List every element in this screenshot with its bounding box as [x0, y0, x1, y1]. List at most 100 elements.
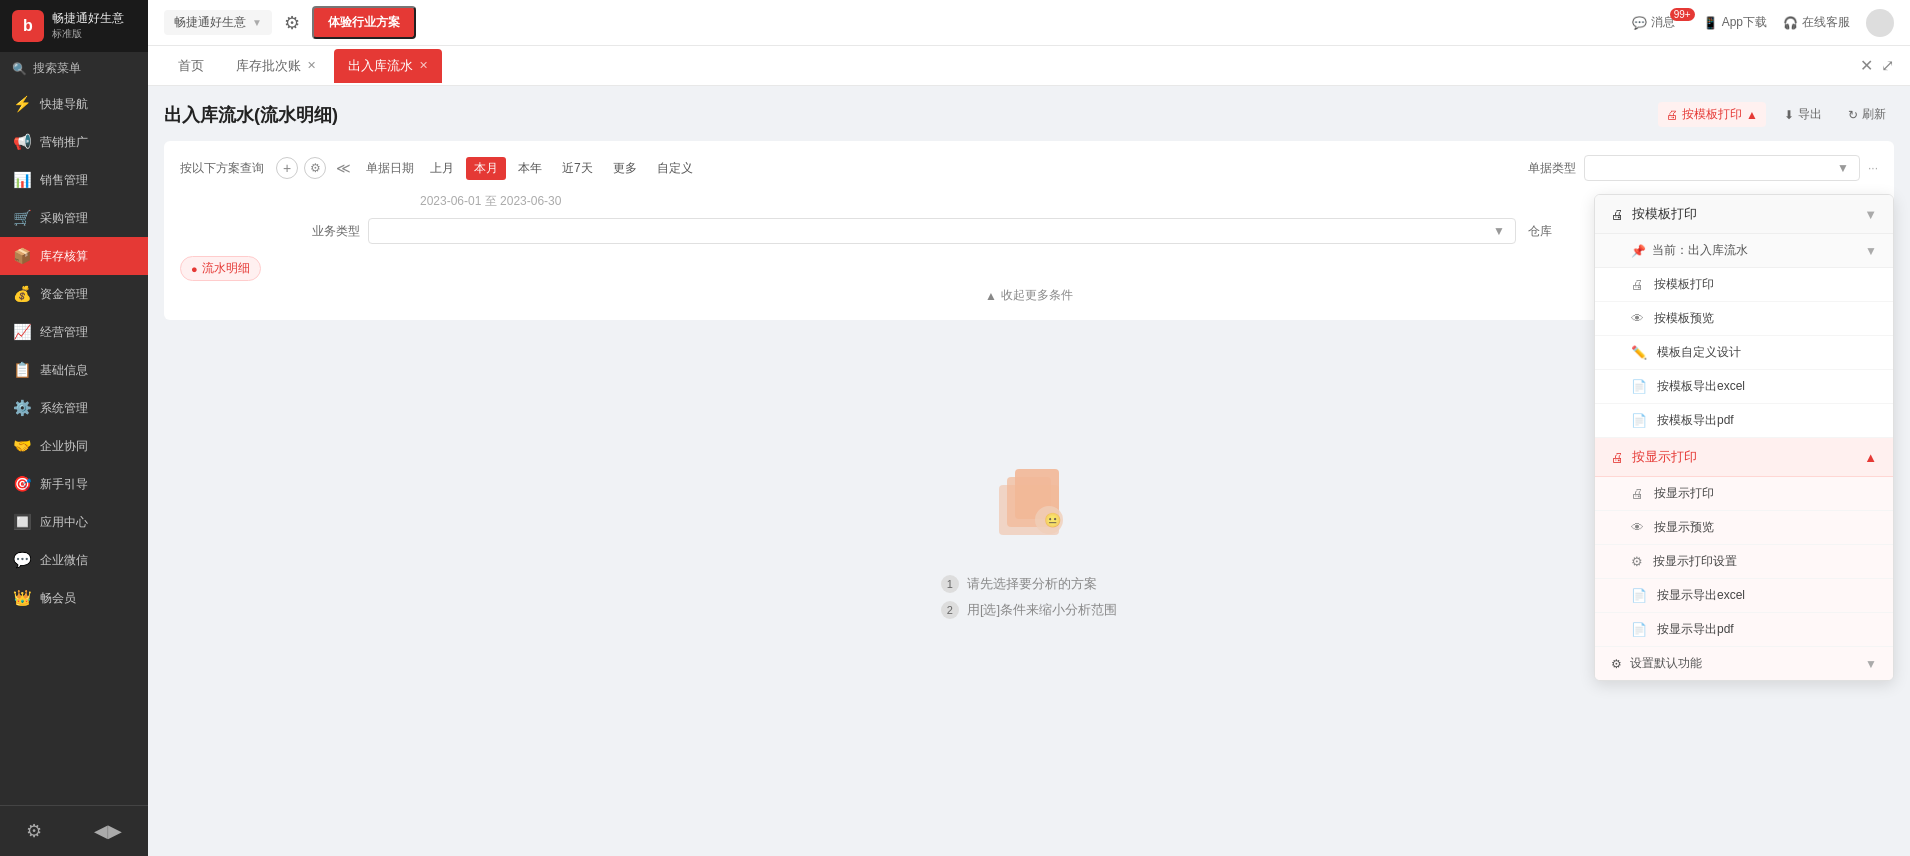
sidebar-settings-btn[interactable]: ⚙	[20, 814, 48, 848]
export-btn[interactable]: ⬇ 导出	[1776, 102, 1830, 127]
svg-text:😐: 😐	[1044, 512, 1062, 529]
tab-flow[interactable]: 出入库流水 ✕	[334, 49, 442, 83]
filter-settings-btn[interactable]: ⚙	[304, 157, 326, 179]
template-preview-label: 按模板预览	[1654, 310, 1714, 327]
tip-num-1: 1	[941, 575, 959, 593]
print-display-pdf-btn[interactable]: 📄 按显示导出pdf	[1595, 613, 1893, 647]
tab-flow-close[interactable]: ✕	[419, 59, 428, 72]
print-template-excel-btn[interactable]: 📄 按模板导出excel	[1595, 370, 1893, 404]
trial-btn[interactable]: 体验行业方案	[312, 6, 416, 39]
sidebar-item-quick-nav[interactable]: ⚡ 快捷导航	[0, 85, 148, 123]
date-btn-7days[interactable]: 近7天	[554, 157, 601, 180]
doctype-more-icon[interactable]: ···	[1868, 161, 1878, 175]
sidebar-item-member[interactable]: 👑 畅会员	[0, 579, 148, 617]
app-download-label: App下载	[1722, 14, 1767, 31]
print-chevron-up-icon: ▲	[1746, 108, 1758, 122]
refresh-icon: ↻	[1848, 108, 1858, 122]
sidebar-item-basic[interactable]: 📋 基础信息	[0, 351, 148, 389]
print-dropdown-btn[interactable]: 🖨 按模板打印 ▲	[1658, 102, 1766, 127]
sidebar-collapse-btn[interactable]: ◀▶	[88, 814, 128, 848]
app-download-btn[interactable]: 📱 App下载	[1703, 14, 1767, 31]
date-btn-custom[interactable]: 自定义	[649, 157, 701, 180]
sidebar-item-apps[interactable]: 🔲 应用中心	[0, 503, 148, 541]
print-template-pdf-btn[interactable]: 📄 按模板导出pdf	[1595, 404, 1893, 438]
current-template-label: 当前：出入库流水	[1652, 242, 1748, 259]
print-template-section-label: 按模板打印	[1632, 205, 1697, 223]
export-label: 导出	[1798, 106, 1822, 123]
tip-num-2: 2	[941, 601, 959, 619]
sidebar-item-operations[interactable]: 📈 经营管理	[0, 313, 148, 351]
print-display-preview-btn[interactable]: 👁 按显示预览	[1595, 511, 1893, 545]
template-print-label: 按模板打印	[1654, 276, 1714, 293]
sidebar-item-finance[interactable]: 💰 资金管理	[0, 275, 148, 313]
template-section-chevron: ▼	[1864, 207, 1877, 222]
tab-batch[interactable]: 库存批次账 ✕	[222, 49, 330, 83]
sidebar-item-inventory[interactable]: 📦 库存核算	[0, 237, 148, 275]
service-icon: 🎧	[1783, 16, 1798, 30]
print-default-settings[interactable]: ⚙ 设置默认功能 ▼	[1595, 647, 1893, 680]
date-btn-last-month[interactable]: 上月	[422, 157, 462, 180]
settings-default-icon: ⚙	[1611, 657, 1622, 671]
tab-home[interactable]: 首页	[164, 49, 218, 83]
online-service-btn[interactable]: 🎧 在线客服	[1783, 14, 1850, 31]
date-btn-this-month[interactable]: 本月	[466, 157, 506, 180]
sidebar-item-label: 企业协同	[40, 438, 88, 455]
print-template-preview-btn[interactable]: 👁 按模板预览	[1595, 302, 1893, 336]
display-print-label: 按显示打印	[1654, 485, 1714, 502]
print-template-print-btn[interactable]: 🖨 按模板打印	[1595, 268, 1893, 302]
topbar-settings-btn[interactable]: ⚙	[284, 12, 300, 34]
refresh-btn[interactable]: ↻ 刷新	[1840, 102, 1894, 127]
collapse-btn[interactable]: ▲ 收起更多条件	[985, 287, 1073, 304]
print-template-section-header[interactable]: 🖨 按模板打印 ▼	[1595, 195, 1893, 234]
tabs-expand-btn[interactable]: ⤢	[1881, 56, 1894, 75]
sales-icon: 📊	[12, 171, 32, 189]
sidebar-item-system[interactable]: ⚙️ 系统管理	[0, 389, 148, 427]
sidebar-item-wechat[interactable]: 💬 企业微信	[0, 541, 148, 579]
sidebar-item-enterprise[interactable]: 🤝 企业协同	[0, 427, 148, 465]
print-display-print-btn[interactable]: 🖨 按显示打印	[1595, 477, 1893, 511]
sidebar-item-purchase[interactable]: 🛒 采购管理	[0, 199, 148, 237]
sidebar-item-guide[interactable]: 🎯 新手引导	[0, 465, 148, 503]
print-current-template[interactable]: 📌 当前：出入库流水 ▼	[1595, 234, 1893, 268]
filter-label: 按以下方案查询	[180, 160, 264, 177]
print-template-design-btn[interactable]: ✏️ 模板自定义设计	[1595, 336, 1893, 370]
app-version: 标准版	[52, 27, 124, 41]
chevron-up-icon: ▲	[985, 289, 997, 303]
display-settings-icon: ⚙	[1631, 554, 1643, 569]
tab-batch-close[interactable]: ✕	[307, 59, 316, 72]
template-pdf-icon: 📄	[1631, 413, 1647, 428]
tip-text-1: 请先选择要分析的方案	[967, 575, 1097, 593]
print-display-excel-btn[interactable]: 📄 按显示导出excel	[1595, 579, 1893, 613]
enterprise-icon: 🤝	[12, 437, 32, 455]
display-excel-icon: 📄	[1631, 588, 1647, 603]
message-btn[interactable]: 💬 消息 99+	[1632, 14, 1687, 31]
display-print-icon: 🖨	[1631, 486, 1644, 501]
user-avatar[interactable]	[1866, 9, 1894, 37]
guide-icon: 🎯	[12, 475, 32, 493]
filter-chip[interactable]: ● 流水明细	[180, 256, 261, 281]
sidebar-item-label: 基础信息	[40, 362, 88, 379]
tabs-close-all-btn[interactable]: ✕	[1860, 56, 1873, 75]
filter-biztype-field: 业务类型 ▼	[312, 218, 1516, 244]
date-btn-more[interactable]: 更多	[605, 157, 645, 180]
doctype-label: 单据类型	[1528, 160, 1576, 177]
search-icon: 🔍	[12, 62, 27, 76]
logo-icon: b	[12, 10, 44, 42]
filter-add-btn[interactable]: +	[276, 157, 298, 179]
date-btn-this-year[interactable]: 本年	[510, 157, 550, 180]
template-pdf-label: 按模板导出pdf	[1657, 412, 1734, 429]
sidebar-item-sales[interactable]: 📊 销售管理	[0, 161, 148, 199]
display-settings-label: 按显示打印设置	[1653, 553, 1737, 570]
print-display-settings-btn[interactable]: ⚙ 按显示打印设置	[1595, 545, 1893, 579]
doctype-select[interactable]: ▼	[1584, 155, 1860, 181]
sidebar-item-label: 系统管理	[40, 400, 88, 417]
topbar: 畅捷通好生意 ▼ ⚙ 体验行业方案 💬 消息 99+ 📱 App下载 🎧 在线客…	[148, 0, 1910, 46]
filter-collapse-btn[interactable]: ≪	[332, 157, 354, 179]
topbar-user[interactable]: 畅捷通好生意 ▼	[164, 10, 272, 35]
biztype-select[interactable]: ▼	[368, 218, 1516, 244]
collapse-label: 收起更多条件	[1001, 287, 1073, 304]
sidebar-item-label: 采购管理	[40, 210, 88, 227]
sidebar-search[interactable]: 🔍 搜索菜单	[0, 52, 148, 85]
sidebar-item-marketing[interactable]: 📢 营销推广	[0, 123, 148, 161]
print-display-section-header[interactable]: 🖨 按显示打印 ▲	[1595, 438, 1893, 477]
